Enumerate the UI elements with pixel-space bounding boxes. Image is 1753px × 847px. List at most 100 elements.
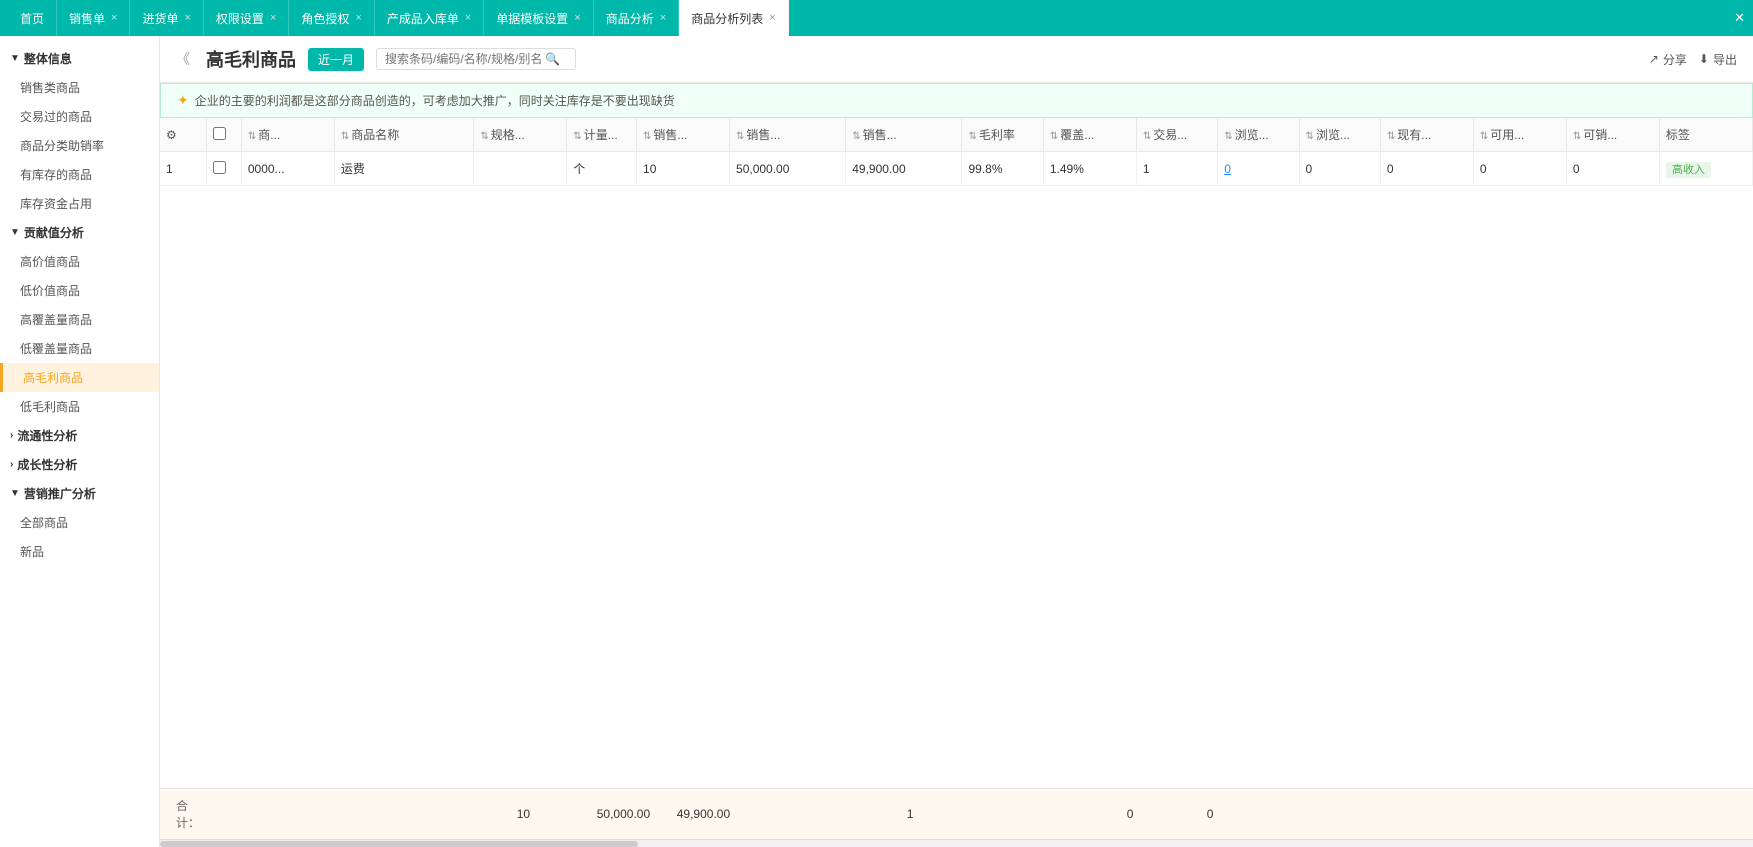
sidebar-item-low-coverage[interactable]: 低覆盖量商品 (0, 334, 159, 363)
col-transactions[interactable]: ⇅交易... (1136, 118, 1217, 152)
close-tab-purchase[interactable]: × (184, 12, 190, 24)
close-tab-product-analysis[interactable]: × (660, 12, 666, 24)
cell-checkbox[interactable] (206, 152, 241, 186)
arrow-icon: › (10, 459, 13, 470)
close-tab-product-analysis-list[interactable]: × (769, 12, 775, 24)
sort-icon: ⇅ (968, 131, 976, 142)
tab-permission[interactable]: 权限设置 × (204, 0, 289, 36)
footer-sales-cost: 49,900.00 (671, 807, 751, 821)
sidebar-item-high-margin[interactable]: 高毛利商品 (0, 363, 159, 392)
sidebar-item-all-goods[interactable]: 全部商品 (0, 508, 159, 537)
sort-icon: ⇅ (1224, 131, 1232, 142)
search-box[interactable]: 🔍 (376, 48, 576, 70)
sort-icon: ⇅ (852, 131, 860, 142)
notice-icon: ✦ (177, 92, 189, 109)
close-tab-role[interactable]: × (355, 12, 361, 24)
col-sales-cost[interactable]: ⇅销售... (846, 118, 962, 152)
tab-home[interactable]: 首页 (8, 0, 57, 36)
cell-spec (474, 152, 567, 186)
col-code[interactable]: ⇅商... (241, 118, 334, 152)
sidebar-section-liquidity[interactable]: › 流通性分析 (0, 421, 159, 450)
close-tab-template[interactable]: × (574, 12, 580, 24)
sidebar-item-traded-goods[interactable]: 交易过的商品 (0, 102, 159, 131)
col-saleable[interactable]: ⇅可销... (1566, 118, 1659, 152)
col-current-stock[interactable]: ⇅现有... (1380, 118, 1473, 152)
share-icon: ↗ (1649, 52, 1659, 66)
close-tab-sales[interactable]: × (111, 12, 117, 24)
sidebar-item-sales-goods[interactable]: 销售类商品 (0, 73, 159, 102)
cell-seq: 1 (160, 152, 206, 186)
header-actions: ↗ 分享 ⬇ 导出 (1649, 51, 1737, 68)
col-settings[interactable]: ⚙ (160, 118, 206, 152)
cell-views2: 0 (1299, 152, 1380, 186)
sidebar-section-contribution[interactable]: ▼ 贡献值分析 (0, 218, 159, 247)
arrow-icon: ▼ (10, 227, 20, 238)
sidebar-item-low-value[interactable]: 低价值商品 (0, 276, 159, 305)
sort-icon: ⇅ (643, 131, 651, 142)
col-spec[interactable]: ⇅规格... (474, 118, 567, 152)
sort-icon: ⇅ (736, 131, 744, 142)
col-tag[interactable]: 标签 (1659, 118, 1752, 152)
close-tab-stock-in[interactable]: × (465, 12, 471, 24)
sidebar-item-new-goods[interactable]: 新品 (0, 537, 159, 566)
footer-sales-amount: 50,000.00 (591, 807, 671, 821)
cell-views1[interactable]: 0 (1218, 152, 1299, 186)
close-tab-permission[interactable]: × (270, 12, 276, 24)
tab-product-analysis-list[interactable]: 商品分析列表 × (679, 0, 788, 36)
sidebar-item-high-coverage[interactable]: 高覆盖量商品 (0, 305, 159, 334)
col-views1[interactable]: ⇅浏览... (1218, 118, 1299, 152)
sidebar-item-in-stock[interactable]: 有库存的商品 (0, 160, 159, 189)
row-checkbox[interactable] (213, 161, 226, 174)
period-button[interactable]: 近一月 (308, 48, 364, 71)
search-icon[interactable]: 🔍 (545, 52, 560, 66)
sort-icon: ⇅ (1143, 131, 1151, 142)
tab-role[interactable]: 角色授权 × (289, 0, 374, 36)
cell-tag: 高收入 (1659, 152, 1752, 186)
sort-icon: ⇅ (573, 131, 581, 142)
search-input[interactable] (385, 52, 545, 66)
window-close-button[interactable]: ✕ (1734, 10, 1745, 26)
content-area: 《 高毛利商品 近一月 🔍 ↗ 分享 ⬇ 导出 ✦ 企业的主要的利润都是这部 (160, 36, 1753, 847)
col-unit[interactable]: ⇅计量... (567, 118, 637, 152)
sidebar-item-low-margin[interactable]: 低毛利商品 (0, 392, 159, 421)
col-coverage[interactable]: ⇅覆盖... (1043, 118, 1136, 152)
export-button[interactable]: ⬇ 导出 (1699, 51, 1737, 68)
tab-sales-order[interactable]: 销售单 × (57, 0, 130, 36)
col-sales-qty[interactable]: ⇅销售... (637, 118, 730, 152)
col-checkbox[interactable] (206, 118, 241, 152)
col-views2[interactable]: ⇅浏览... (1299, 118, 1380, 152)
col-available-stock[interactable]: ⇅可用... (1473, 118, 1566, 152)
cell-sales-cost: 49,900.00 (846, 152, 962, 186)
sort-icon: ⇅ (341, 131, 349, 142)
tab-template[interactable]: 单据模板设置 × (484, 0, 593, 36)
views1-link[interactable]: 0 (1224, 162, 1231, 176)
sidebar-section-marketing[interactable]: ▼ 营销推广分析 (0, 479, 159, 508)
cell-name: 运费 (334, 152, 473, 186)
share-button[interactable]: ↗ 分享 (1649, 51, 1687, 68)
select-all-checkbox[interactable] (213, 127, 226, 140)
main-area: ▼ 整体信息 销售类商品 交易过的商品 商品分类助销率 有库存的商品 库存资金占… (0, 36, 1753, 847)
export-icon: ⬇ (1699, 52, 1709, 66)
sidebar-section-growth[interactable]: › 成长性分析 (0, 450, 159, 479)
col-name[interactable]: ⇅商品名称 (334, 118, 473, 152)
footer-sales-qty: 10 (511, 807, 591, 821)
cell-current-stock: 0 (1380, 152, 1473, 186)
scrollbar-thumb[interactable] (160, 841, 638, 847)
tab-purchase[interactable]: 进货单 × (130, 0, 203, 36)
tab-product-analysis[interactable]: 商品分析 × (594, 0, 679, 36)
sidebar-item-category-rate[interactable]: 商品分类助销率 (0, 131, 159, 160)
collapse-sidebar-button[interactable]: 《 (176, 49, 190, 69)
tab-stock-in[interactable]: 产成品入库单 × (375, 0, 484, 36)
sidebar-item-stock-capital[interactable]: 库存资金占用 (0, 189, 159, 218)
sidebar-item-high-value[interactable]: 高价值商品 (0, 247, 159, 276)
arrow-icon: ▼ (10, 488, 20, 499)
sort-icon: ⇅ (1050, 131, 1058, 142)
horizontal-scrollbar[interactable] (160, 839, 1753, 847)
col-gross-rate[interactable]: ⇅毛利率 (962, 118, 1043, 152)
col-sales-amount[interactable]: ⇅销售... (730, 118, 846, 152)
cell-coverage: 1.49% (1043, 152, 1136, 186)
sidebar-section-overall[interactable]: ▼ 整体信息 (0, 44, 159, 73)
cell-code: 0000... (241, 152, 334, 186)
footer-available-stock: 0 (1121, 807, 1201, 821)
settings-icon: ⚙ (166, 128, 177, 142)
